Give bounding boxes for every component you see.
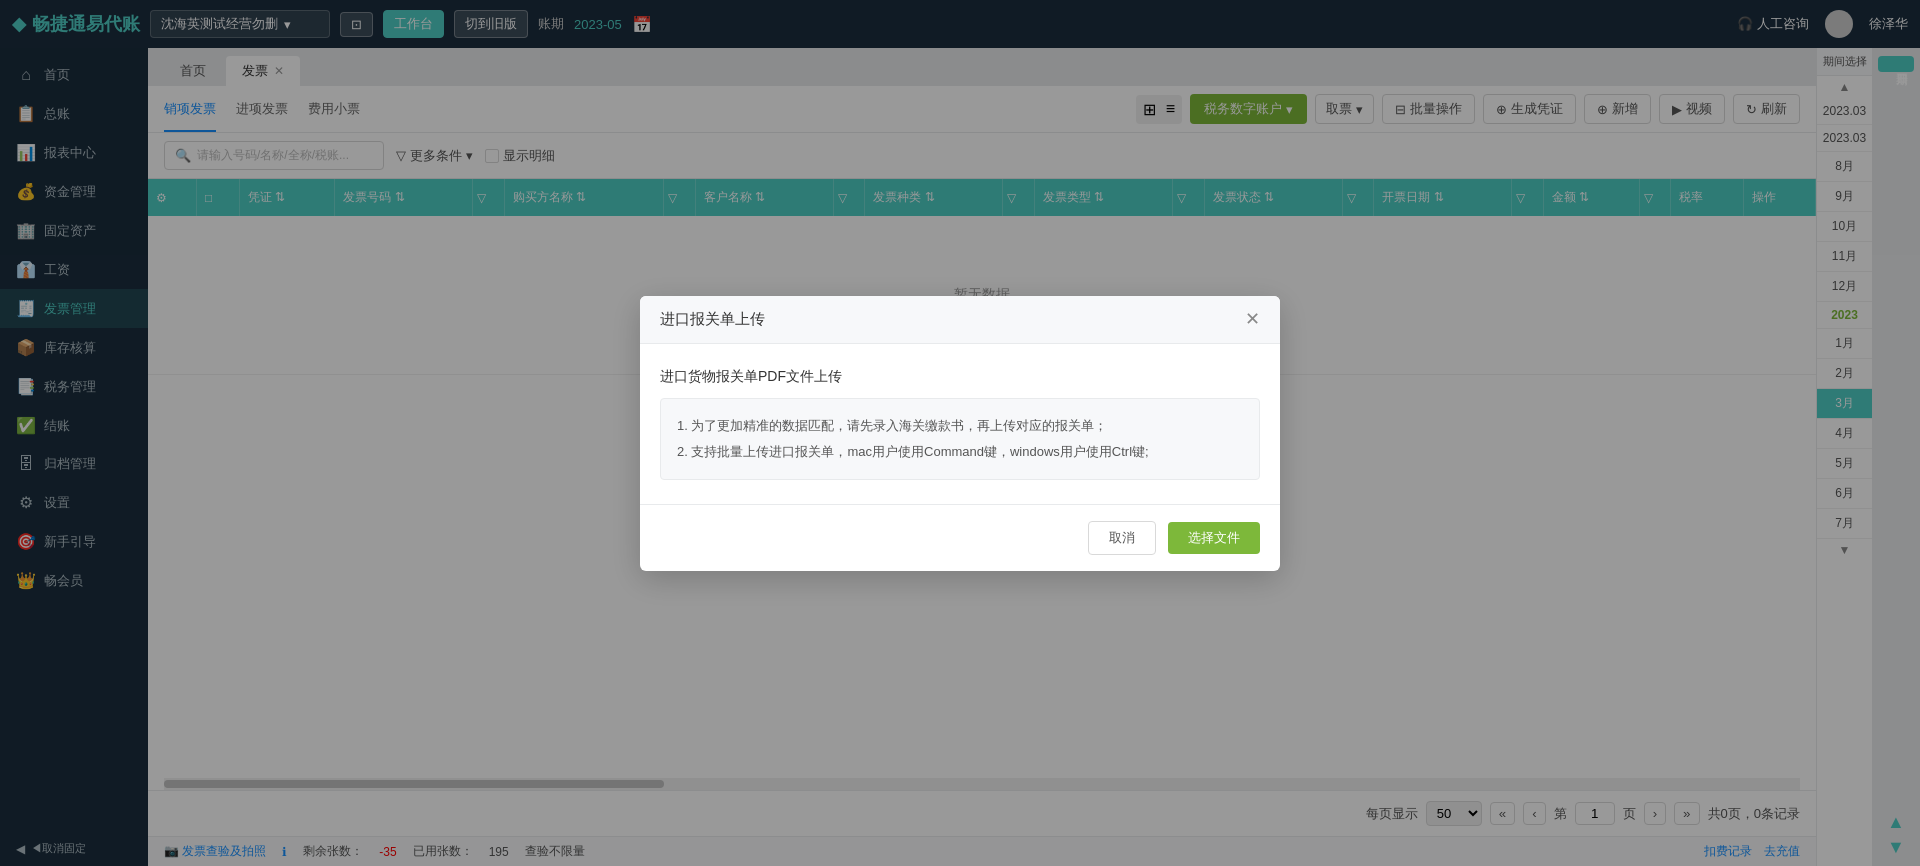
dialog-section-title: 进口货物报关单PDF文件上传 bbox=[660, 368, 1260, 386]
dialog-cancel-button[interactable]: 取消 bbox=[1088, 521, 1156, 555]
select-file-button[interactable]: 选择文件 bbox=[1168, 522, 1260, 554]
dialog-header: 进口报关单上传 ✕ bbox=[640, 296, 1280, 344]
import-customs-dialog: 进口报关单上传 ✕ 进口货物报关单PDF文件上传 1. 为了更加精准的数据匹配，… bbox=[640, 296, 1280, 571]
dialog-footer: 取消 选择文件 bbox=[640, 504, 1280, 571]
dialog-body: 进口货物报关单PDF文件上传 1. 为了更加精准的数据匹配，请先录入海关缴款书，… bbox=[640, 344, 1280, 504]
dialog-close-button[interactable]: ✕ bbox=[1245, 310, 1260, 328]
dialog-overlay[interactable]: 进口报关单上传 ✕ 进口货物报关单PDF文件上传 1. 为了更加精准的数据匹配，… bbox=[0, 0, 1920, 866]
dialog-title: 进口报关单上传 bbox=[660, 310, 765, 329]
dialog-info-item-1: 1. 为了更加精准的数据匹配，请先录入海关缴款书，再上传对应的报关单； bbox=[677, 413, 1243, 439]
dialog-info-box: 1. 为了更加精准的数据匹配，请先录入海关缴款书，再上传对应的报关单； 2. 支… bbox=[660, 398, 1260, 480]
dialog-info-item-2: 2. 支持批量上传进口报关单，mac用户使用Command键，windows用户… bbox=[677, 439, 1243, 465]
